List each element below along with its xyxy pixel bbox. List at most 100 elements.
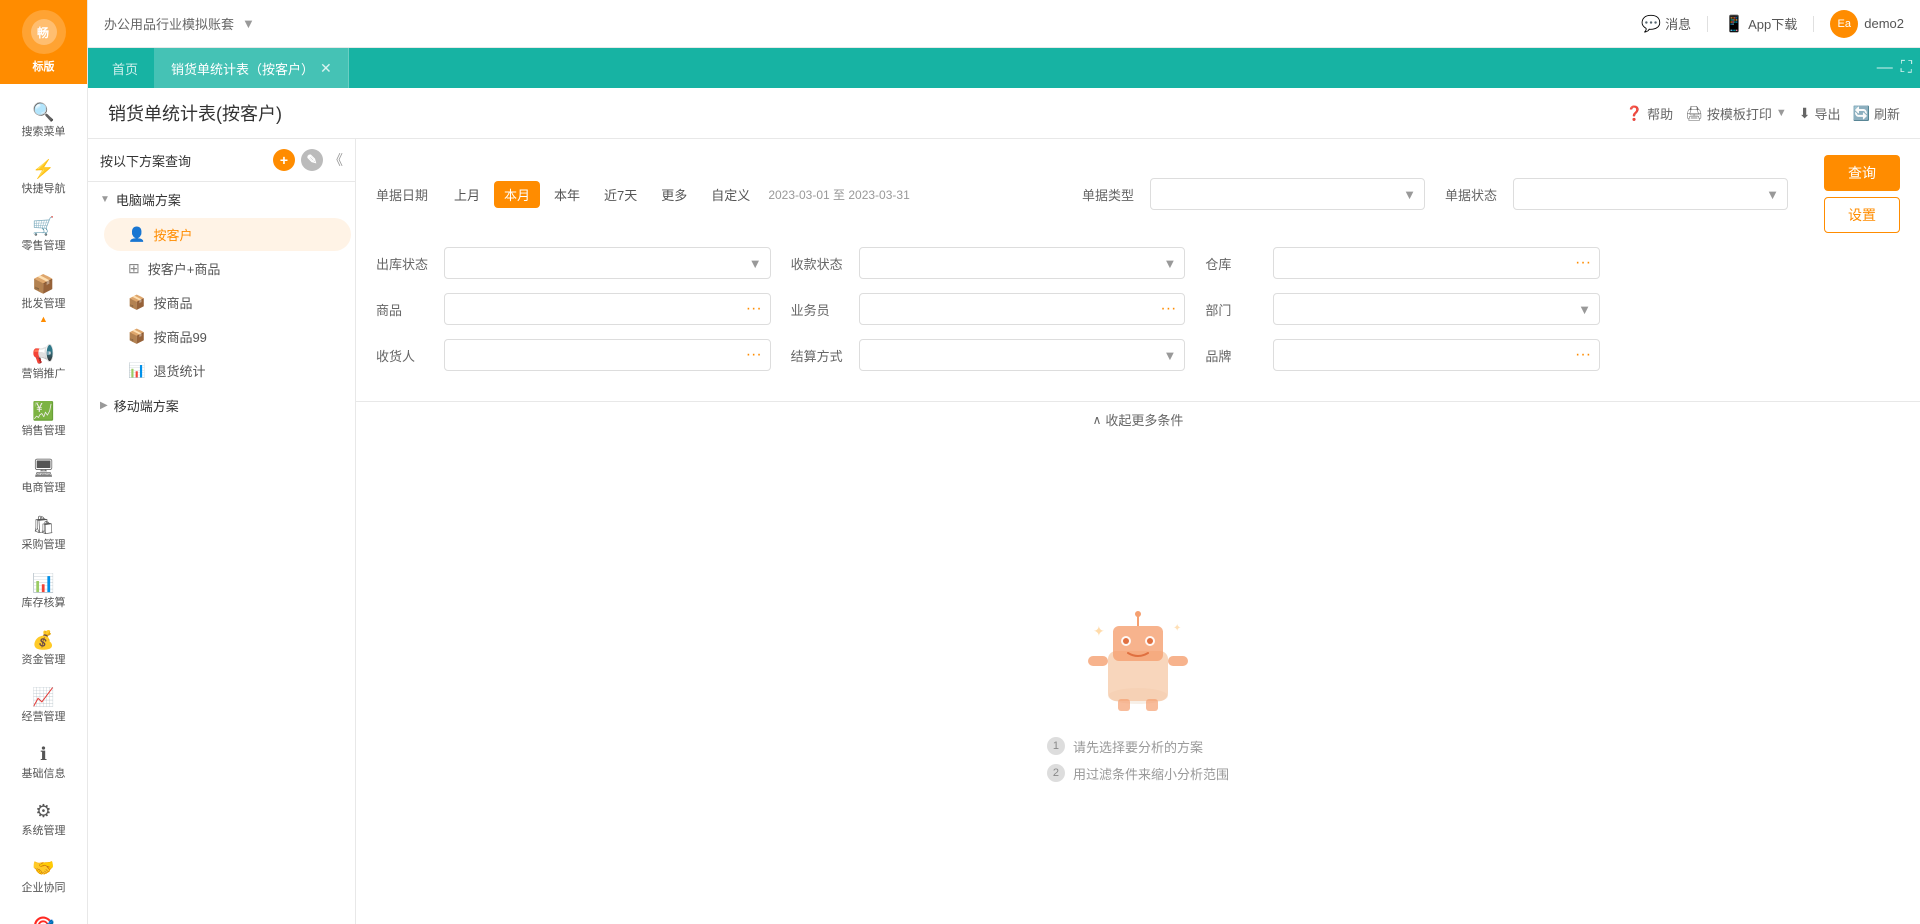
user-profile-button[interactable]: Ea demo2 [1830,10,1904,38]
download-button[interactable]: 📱 App下载 [1724,14,1797,34]
scheme-item-by-goods99[interactable]: 📦 按商品99 [104,320,351,353]
sidebar-item-sales-mgmt[interactable]: 💹 销售管理 [0,391,87,448]
filter-content: 单据日期 上月 本月 本年 近7天 更多 自定义 2023-03-01 至 20… [356,139,1920,401]
scheme-group-mobile: ▶ 移动端方案 [88,388,355,423]
sidebar-item-onboarding[interactable]: 🎯 新手引导 [0,906,87,924]
out-status-input[interactable]: ▼ [444,247,771,279]
date-tab-custom[interactable]: 自定义 [701,181,760,208]
print-button[interactable]: 🖨 按模板打印 ▼ [1685,104,1787,123]
scheme-item-refund-stat[interactable]: 📊 退货统计 [104,354,351,387]
sys-mgmt-icon: ⚙ [35,801,51,822]
message-button[interactable]: 💬 消息 [1641,14,1691,34]
receiver-input[interactable]: ··· [444,339,771,371]
scheme-by-goods99-icon: 📦 [128,328,145,345]
scheme-group-mobile-arrow: ▶ [100,400,108,411]
date-tab-last-month[interactable]: 上月 [444,181,490,208]
receipt-status-label: 收款状态 [791,254,851,273]
scheme-group-desktop-header[interactable]: ▼ 电脑端方案 [88,182,355,217]
scheme-group-mobile-header[interactable]: ▶ 移动端方案 [88,388,355,423]
order-type-label: 单据类型 [1082,185,1142,204]
scheme-by-customer-label: 按客户 [153,225,192,244]
message-label: 消息 [1665,14,1691,33]
payment-input[interactable]: ▼ [859,339,1186,371]
scheme-collapse-button[interactable]: 《 [329,150,343,170]
scheme-edit-button[interactable]: ✎ [301,149,323,171]
sidebar-item-marketing[interactable]: 📢 营销推广 [0,334,87,391]
department-input[interactable]: ▼ [1273,293,1600,325]
help-button[interactable]: ❓ 帮助 [1626,104,1673,123]
retail-mgmt-icon: 🛒 [32,216,54,237]
export-button[interactable]: ⬇ 导出 [1799,104,1841,123]
sidebar-item-finance-mgmt[interactable]: 💰 资金管理 [0,620,87,677]
sidebar-item-purchase-mgmt[interactable]: 🛍 采购管理 [0,505,87,562]
date-tab-7days[interactable]: 近7天 [594,181,647,208]
goods-more-icon: ··· [746,300,762,318]
empty-state: ✦ ✦ 1 请先选择要分析的方案 2 用过滤条件来缩小分析范围 [356,459,1920,924]
tab-home-label: 首页 [112,59,138,78]
btn-group-right: 查询 设置 [1808,155,1900,233]
breadcrumb-dropdown-icon[interactable]: ▼ [242,16,255,31]
header-right: 💬 消息 📱 App下载 Ea demo2 [1641,10,1904,38]
sidebar-item-sys-mgmt[interactable]: ⚙ 系统管理 [0,791,87,848]
refresh-button[interactable]: 🔄 刷新 [1853,104,1900,123]
scheme-add-button[interactable]: + [273,149,295,171]
date-tab-this-year[interactable]: 本年 [544,181,590,208]
basic-info-icon: ℹ [40,744,47,765]
receipt-status-dropdown-icon: ▼ [1163,256,1176,271]
tab-sales-stat[interactable]: 销货单统计表（按客户） ✕ [155,48,349,88]
tab-minimize-icon[interactable]: — [1877,59,1893,77]
settings-button[interactable]: 设置 [1824,197,1900,233]
sidebar-item-basic-info[interactable]: ℹ 基础信息 [0,734,87,791]
search-menu-label: 搜索菜单 [22,126,66,139]
sidebar-item-enterprise-collab[interactable]: 🤝 企业协同 [0,848,87,905]
logo-icon: 畅 [22,10,66,54]
user-name: demo2 [1864,16,1904,31]
sidebar-item-retail-mgmt[interactable]: 🛒 零售管理 [0,206,87,263]
order-status-dropdown-icon: ▼ [1766,187,1779,202]
date-label: 单据日期 [376,185,436,204]
scheme-header: 按以下方案查询 + ✎ 《 [88,139,355,182]
scheme-item-by-customer[interactable]: 👤 按客户 [104,218,351,251]
order-status-input[interactable]: ▼ [1513,178,1788,210]
tab-close-icon[interactable]: ✕ [320,60,332,77]
sidebar-item-quick-nav[interactable]: ⚡ 快捷导航 [0,149,87,206]
collapse-bar[interactable]: ∧ 收起更多条件 [356,401,1920,437]
logo-label: 标版 [33,58,55,74]
scheme-by-customer-goods-icon: ⊞ [128,260,140,277]
inventory-label: 库存核算 [22,597,66,610]
page-actions: ❓ 帮助 🖨 按模板打印 ▼ ⬇ 导出 🔄 刷新 [1626,104,1900,123]
page-title: 销货单统计表(按客户) [108,100,282,126]
date-tab-more[interactable]: 更多 [651,181,697,208]
scheme-item-by-customer-goods[interactable]: ⊞ 按客户+商品 [104,252,351,285]
header-left: 办公用品行业模拟账套 ▼ [104,14,255,33]
date-range-text: 2023-03-01 至 2023-03-31 [768,186,909,203]
date-tab-this-month[interactable]: 本月 [494,181,540,208]
right-panel: 单据日期 上月 本月 本年 近7天 更多 自定义 2023-03-01 至 20… [356,139,1920,924]
sidebar-item-wholesale-mgmt[interactable]: 📦 批发管理 ▲ [0,264,87,334]
tab-maximize-icon[interactable]: ⛶ [1901,59,1912,77]
sidebar-item-biz-mgmt[interactable]: 📈 经营管理 [0,677,87,734]
receipt-status-input[interactable]: ▼ [859,247,1186,279]
sidebar-item-ecom-mgmt[interactable]: 🖥 电商管理 [0,448,87,505]
tab-home[interactable]: 首页 [96,48,155,88]
wholesale-mgmt-label: 批发管理 [22,298,66,311]
warehouse-input[interactable]: ··· [1273,247,1600,279]
marketing-label: 营销推广 [22,368,66,381]
wholesale-mgmt-icon: 📦 [32,274,54,295]
filter-field-receipt-status: 收款状态 ▼ [791,247,1186,279]
salesperson-input[interactable]: ··· [859,293,1186,325]
goods-input[interactable]: ··· [444,293,771,325]
scheme-item-by-goods[interactable]: 📦 按商品 [104,286,351,319]
download-icon: 📱 [1724,14,1744,34]
query-button[interactable]: 查询 [1824,155,1900,191]
biz-mgmt-icon: 📈 [32,687,54,708]
sidebar-item-inventory[interactable]: 📊 库存核算 [0,563,87,620]
sidebar-item-search-menu[interactable]: 🔍 搜索菜单 [0,92,87,149]
scheme-by-goods-icon: 📦 [128,294,145,311]
brand-input[interactable]: ··· [1273,339,1600,371]
order-type-input[interactable]: ▼ [1150,178,1425,210]
scheme-group-desktop-arrow: ▼ [100,194,110,205]
tip-num-1: 1 [1047,737,1065,755]
brand-label: 品牌 [1205,346,1265,365]
top-header: 办公用品行业模拟账套 ▼ 💬 消息 📱 App下载 Ea demo2 [88,0,1920,48]
